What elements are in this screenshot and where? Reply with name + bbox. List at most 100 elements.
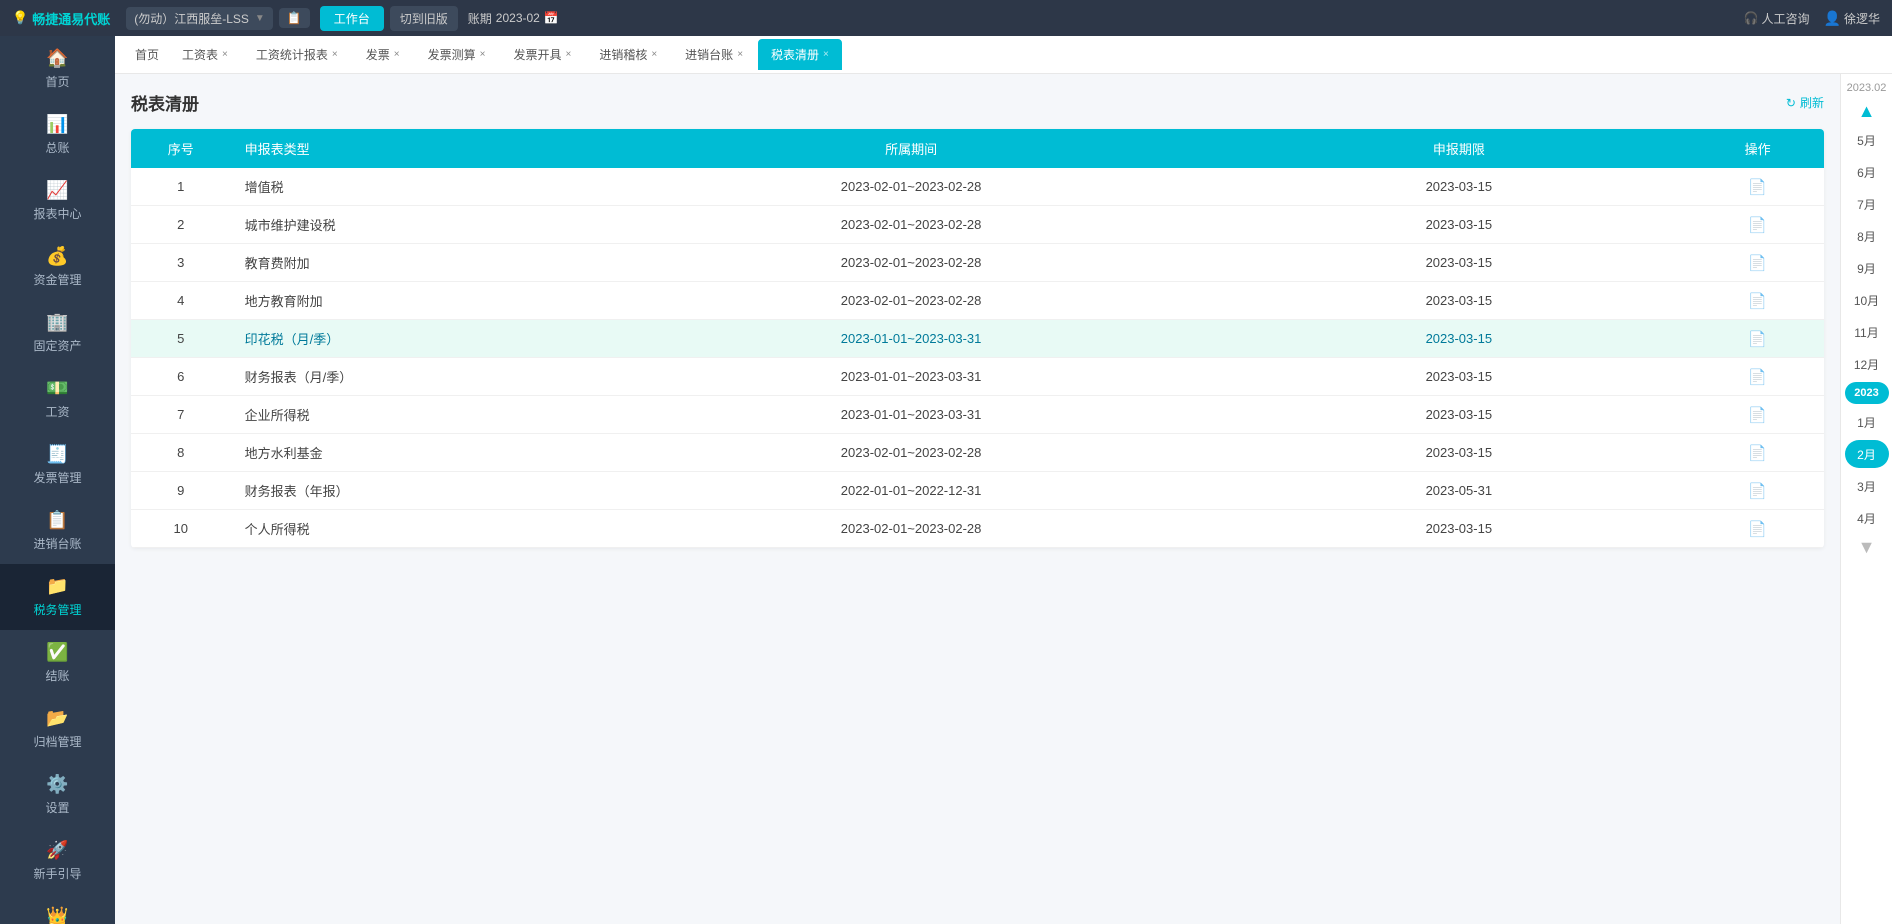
sidebar-label-settlement: 结账 (45, 667, 69, 684)
tab-invoice-open-close[interactable]: × (565, 49, 571, 60)
tab-payroll-label: 工资表 (182, 46, 218, 63)
sidebar-item-purchase-ledger[interactable]: 📋 进销台账 (0, 498, 115, 564)
refresh-button[interactable]: ↻ 刷新 (1786, 94, 1824, 111)
sidebar-label-ledger: 总账 (45, 139, 69, 156)
invoice-icon: 🧾 (46, 444, 68, 465)
cell-type: 增值税 (231, 168, 596, 206)
cell-no: 6 (131, 358, 231, 396)
home-icon: 🏠 (46, 48, 68, 69)
sidebar-item-membership[interactable]: 👑 畅会员 (0, 894, 115, 924)
timeline-up-button[interactable]: ▲ (1854, 98, 1880, 124)
timeline-month-9[interactable]: 9月 (1845, 254, 1889, 282)
tab-invoice-open[interactable]: 发票开具 × (500, 39, 584, 70)
sidebar-item-archive-mgmt[interactable]: 📂 归档管理 (0, 696, 115, 762)
copy-button[interactable]: 📋 (279, 8, 310, 28)
tab-purchase-ledger-close[interactable]: × (737, 49, 743, 60)
sidebar-item-ledger[interactable]: 📊 总账 (0, 102, 115, 168)
action-view-button[interactable]: 📄 (1748, 217, 1767, 234)
sidebar-item-home[interactable]: 🏠 首页 (0, 36, 115, 102)
sidebar-item-tax-mgmt[interactable]: 📁 税务管理 (0, 564, 115, 630)
timeline-month-10[interactable]: 10月 (1845, 286, 1889, 314)
action-view-button[interactable]: 📄 (1748, 445, 1767, 462)
ai-consult-button[interactable]: 🎧 人工咨询 (1744, 10, 1810, 27)
sidebar-item-report-center[interactable]: 📈 报表中心 (0, 168, 115, 234)
timeline-down-button[interactable]: ▼ (1854, 534, 1880, 560)
sidebar-item-fixed-assets[interactable]: 🏢 固定资产 (0, 300, 115, 366)
cell-action: 📄 (1691, 244, 1824, 282)
timeline-month-4[interactable]: 4月 (1845, 504, 1889, 532)
timeline-month-1[interactable]: 1月 (1845, 408, 1889, 436)
page-header: 税表清册 ↻ 刷新 (131, 90, 1824, 115)
table-row: 6财务报表（月/季）2023-01-01~2023-03-312023-03-1… (131, 358, 1824, 396)
tab-tax-clearance-close[interactable]: × (823, 49, 829, 60)
tab-tax-clearance-label: 税表清册 (771, 46, 819, 63)
tab-invoice-calc-close[interactable]: × (480, 49, 486, 60)
calendar-icon[interactable]: 📅 (544, 11, 559, 25)
tab-invoice-open-label: 发票开具 (513, 46, 561, 63)
tab-payroll-stats-close[interactable]: × (332, 49, 338, 60)
tab-purchase-audit-close[interactable]: × (651, 49, 657, 60)
cell-type: 个人所得税 (231, 510, 596, 548)
tab-tax-clearance[interactable]: 税表清册 × (758, 39, 842, 70)
timeline-month-7[interactable]: 7月 (1845, 190, 1889, 218)
table-row: 5印花税（月/季）2023-01-01~2023-03-312023-03-15… (131, 320, 1824, 358)
tab-payroll-close[interactable]: × (222, 49, 228, 60)
workbench-button[interactable]: 工作台 (320, 6, 384, 31)
cell-action: 📄 (1691, 282, 1824, 320)
cell-type: 财务报表（月/季） (231, 358, 596, 396)
action-view-button[interactable]: 📄 (1748, 179, 1767, 196)
timeline-month-6[interactable]: 6月 (1845, 158, 1889, 186)
cell-deadline: 2023-03-15 (1226, 282, 1691, 320)
fixed-assets-icon: 🏢 (46, 312, 68, 333)
cell-action: 📄 (1691, 168, 1824, 206)
timeline-month-2[interactable]: 2月 (1845, 440, 1889, 468)
sidebar-item-settings[interactable]: ⚙️ 设置 (0, 762, 115, 828)
table-row: 9财务报表（年报）2022-01-01~2022-12-312023-05-31… (131, 472, 1824, 510)
refresh-icon: ↻ (1786, 96, 1796, 110)
tab-invoice-close[interactable]: × (394, 49, 400, 60)
table-row: 4地方教育附加2023-02-01~2023-02-282023-03-15📄 (131, 282, 1824, 320)
action-view-button[interactable]: 📄 (1748, 407, 1767, 424)
company-selector[interactable]: (勿动）江西服垒-LSS ▼ (126, 7, 273, 30)
company-name: (勿动）江西服垒-LSS (134, 10, 249, 27)
timeline-month-3[interactable]: 3月 (1845, 472, 1889, 500)
sidebar-item-fund-mgmt[interactable]: 💰 资金管理 (0, 234, 115, 300)
user-avatar-icon: 👤 (1824, 10, 1841, 27)
action-view-button[interactable]: 📄 (1748, 521, 1767, 538)
timeline-month-8[interactable]: 8月 (1845, 222, 1889, 250)
tab-payroll[interactable]: 工资表 × (169, 39, 241, 70)
tab-invoice-calc[interactable]: 发票测算 × (415, 39, 499, 70)
timeline-month-11[interactable]: 11月 (1845, 318, 1889, 346)
cell-deadline: 2023-03-15 (1226, 244, 1691, 282)
action-view-button[interactable]: 📄 (1748, 331, 1767, 348)
sidebar-item-invoice-mgmt[interactable]: 🧾 发票管理 (0, 432, 115, 498)
timeline-month-12[interactable]: 12月 (1845, 350, 1889, 378)
sidebar-item-guide[interactable]: 🚀 新手引导 (0, 828, 115, 894)
tab-invoice[interactable]: 发票 × (353, 39, 413, 70)
tab-purchase-ledger-label: 进销台账 (685, 46, 733, 63)
action-view-button[interactable]: 📄 (1748, 483, 1767, 500)
cell-action: 📄 (1691, 396, 1824, 434)
table-row: 10个人所得税2023-02-01~2023-02-282023-03-15📄 (131, 510, 1824, 548)
cell-type: 财务报表（年报） (231, 472, 596, 510)
action-view-button[interactable]: 📄 (1748, 369, 1767, 386)
action-view-button[interactable]: 📄 (1748, 255, 1767, 272)
content-area: 首页 工资表 × 工资统计报表 × 发票 × 发票测算 × 发票开具 × (115, 36, 1892, 924)
tab-home[interactable]: 首页 (127, 40, 167, 69)
app-logo: 💡 畅捷通易代账 (12, 9, 110, 28)
cell-action: 📄 (1691, 358, 1824, 396)
tab-purchase-ledger[interactable]: 进销台账 × (672, 39, 756, 70)
tab-payroll-stats[interactable]: 工资统计报表 × (243, 39, 351, 70)
user-menu[interactable]: 👤 徐逻华 (1824, 10, 1880, 27)
archive-icon: 📂 (46, 708, 68, 729)
sidebar-item-settlement[interactable]: ✅ 结账 (0, 630, 115, 696)
action-view-button[interactable]: 📄 (1748, 293, 1767, 310)
tab-purchase-audit[interactable]: 进销稽核 × (586, 39, 670, 70)
timeline-month-5[interactable]: 5月 (1845, 126, 1889, 154)
sidebar-item-payroll[interactable]: 💵 工资 (0, 366, 115, 432)
cell-deadline: 2023-03-15 (1226, 396, 1691, 434)
switch-version-button[interactable]: 切到旧版 (390, 6, 458, 31)
cell-period: 2023-02-01~2023-02-28 (596, 206, 1227, 244)
timeline-period-label: 2023.02 (1847, 82, 1887, 94)
timeline-year-2023[interactable]: 2023 (1845, 382, 1889, 404)
